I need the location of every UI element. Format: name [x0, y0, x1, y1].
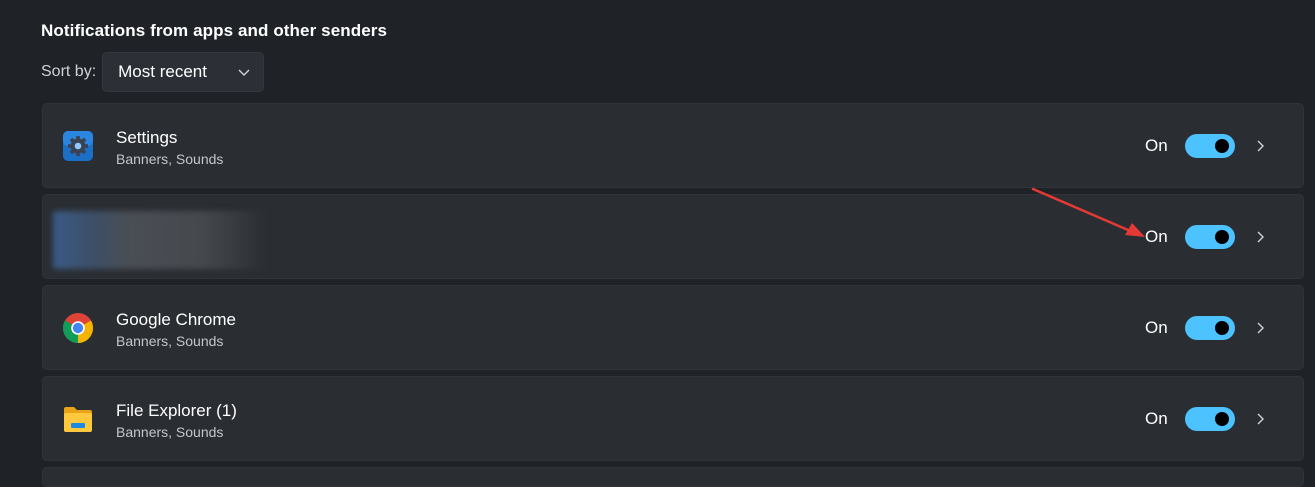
- chevron-right-icon[interactable]: [1253, 139, 1267, 153]
- notification-toggle[interactable]: [1185, 315, 1235, 340]
- toggle-group: On: [1145, 377, 1267, 460]
- notification-toggle[interactable]: [1185, 133, 1235, 158]
- toggle-group: On: [1145, 286, 1267, 369]
- app-text: File Explorer (1) Banners, Sounds: [116, 401, 237, 441]
- toggle-state-label: On: [1145, 135, 1168, 155]
- sort-row: Sort by: Most recent: [41, 52, 265, 92]
- app-row-blurred[interactable]: On: [42, 194, 1304, 279]
- sort-label: Sort by:: [41, 63, 97, 80]
- notification-toggle[interactable]: [1185, 224, 1235, 249]
- app-name: Settings: [116, 128, 178, 147]
- app-row-google-chrome[interactable]: Google Chrome Banners, Sounds On: [42, 285, 1304, 370]
- app-row-partial[interactable]: [42, 467, 1304, 487]
- sort-dropdown[interactable]: Most recent: [102, 52, 265, 92]
- toggle-state-label: On: [1145, 408, 1168, 428]
- chevron-right-icon[interactable]: [1253, 230, 1267, 244]
- app-subtitle: Banners, Sounds: [116, 333, 224, 349]
- app-row-settings[interactable]: Settings Banners, Sounds On: [42, 103, 1304, 188]
- toggle-state-label: On: [1145, 317, 1168, 337]
- folder-icon: [64, 407, 92, 432]
- sort-value: Most recent: [118, 62, 207, 81]
- blurred-app-icon: [53, 211, 268, 269]
- app-text: Settings Banners, Sounds: [116, 128, 223, 168]
- toggle-group: On: [1145, 195, 1267, 278]
- app-subtitle: Banners, Sounds: [116, 424, 224, 440]
- app-row-file-explorer[interactable]: File Explorer (1) Banners, Sounds On: [42, 376, 1304, 461]
- chevron-right-icon[interactable]: [1253, 321, 1267, 335]
- app-text: Google Chrome Banners, Sounds: [116, 310, 236, 350]
- toggle-group: On: [1145, 104, 1267, 187]
- settings-gear-icon: [63, 131, 93, 161]
- toggle-knob: [1215, 229, 1229, 244]
- app-name: Google Chrome: [116, 310, 237, 329]
- section-title: Notifications from apps and other sender…: [41, 21, 388, 40]
- notification-toggle[interactable]: [1185, 406, 1235, 431]
- chevron-right-icon[interactable]: [1253, 412, 1267, 426]
- app-notification-list: Settings Banners, Sounds On On Google Ch…: [42, 103, 1304, 467]
- chevron-down-icon: [238, 69, 250, 76]
- app-name: File Explorer (1): [116, 401, 237, 420]
- toggle-state-label: On: [1145, 226, 1168, 246]
- toggle-knob: [1215, 320, 1229, 335]
- toggle-knob: [1215, 411, 1229, 426]
- toggle-knob: [1215, 138, 1229, 153]
- app-subtitle: Banners, Sounds: [116, 151, 224, 167]
- chrome-icon: [62, 313, 94, 344]
